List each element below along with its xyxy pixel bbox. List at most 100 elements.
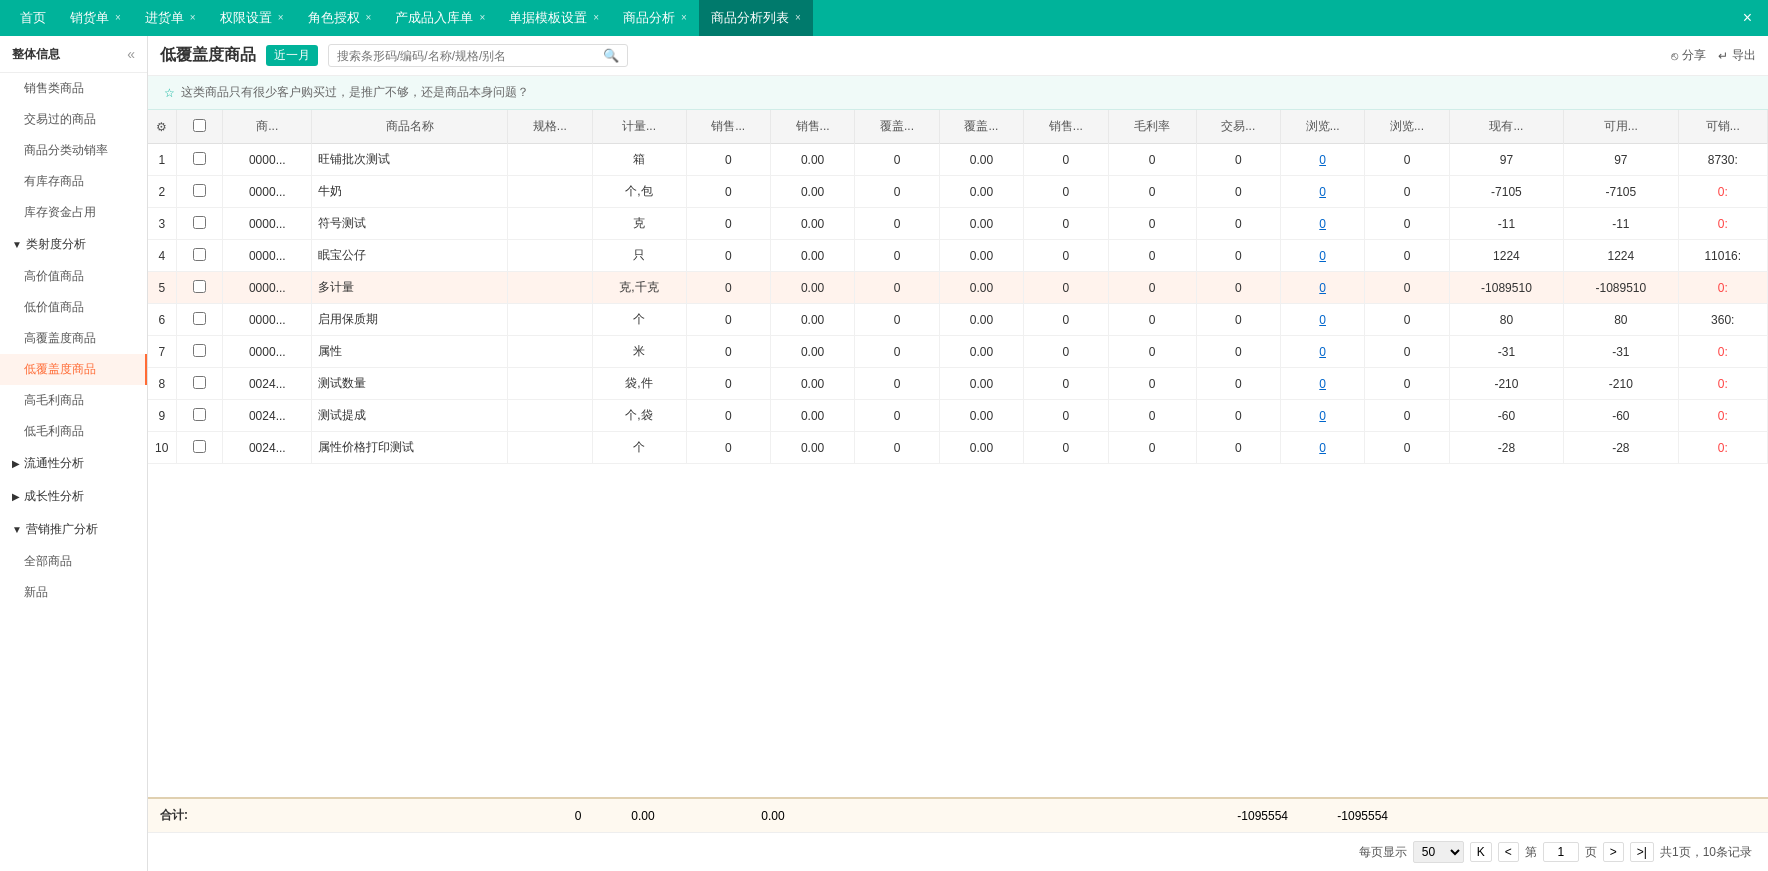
row-cover2-9: 0.00 <box>939 432 1023 464</box>
row-settings-7: 8 <box>148 368 176 400</box>
table-row: 3 0000... 符号测试 克 0 0.00 0 0.00 0 0 0 0 0… <box>148 208 1768 240</box>
row-browse1-5[interactable]: 0 <box>1280 304 1364 336</box>
sidebar-item-high-coverage[interactable]: 高覆盖度商品 <box>0 323 147 354</box>
row-trade-5: 0 <box>1196 304 1280 336</box>
cover1-col-header[interactable]: 覆盖... <box>855 110 939 144</box>
nav-close-inventory[interactable]: × <box>479 0 485 36</box>
first-page-btn[interactable]: K <box>1470 842 1492 862</box>
sidebar-item-low-coverage[interactable]: 低覆盖度商品 <box>0 354 147 385</box>
row-browse1-6[interactable]: 0 <box>1280 336 1364 368</box>
row-select-3[interactable] <box>193 248 206 261</box>
nav-home[interactable]: 首页 <box>8 0 58 36</box>
trade-col-header[interactable]: 交易... <box>1196 110 1280 144</box>
sidebar-section-category-analysis[interactable]: ▼ 类射度分析 <box>0 228 147 261</box>
sales-amount-col-header[interactable]: 销售... <box>770 110 854 144</box>
sidebar-item-sales-products[interactable]: 销售类商品 <box>0 73 147 104</box>
row-gross-rate-7: 0 <box>1108 368 1196 400</box>
row-checkbox-7 <box>176 368 223 400</box>
nav-permissions[interactable]: 权限设置 × <box>208 0 296 36</box>
settings-col-header[interactable]: ⚙ <box>148 110 176 144</box>
nav-product-analysis[interactable]: 商品分析 × <box>611 0 699 36</box>
spec-col-header[interactable]: 规格... <box>508 110 592 144</box>
nav-close-product-analysis-list[interactable]: × <box>795 0 801 36</box>
nav-template[interactable]: 单据模板设置 × <box>497 0 611 36</box>
row-available-3: 1224 <box>1564 240 1678 272</box>
prev-page-btn[interactable]: < <box>1498 842 1519 862</box>
last-page-btn[interactable]: >| <box>1630 842 1654 862</box>
sidebar-item-low-margin[interactable]: 低毛利商品 <box>0 416 147 447</box>
sidebar-item-category-turnover[interactable]: 商品分类动销率 <box>0 135 147 166</box>
sidebar-collapse-btn[interactable]: « <box>123 44 139 64</box>
nav-close-sales[interactable]: × <box>115 0 121 36</box>
sidebar-item-low-value[interactable]: 低价值商品 <box>0 292 147 323</box>
select-all-checkbox[interactable] <box>193 119 206 132</box>
nav-close-product-analysis[interactable]: × <box>681 0 687 36</box>
sidebar-item-new-products[interactable]: 新品 <box>0 577 147 608</box>
period-badge[interactable]: 近一月 <box>266 45 318 66</box>
page-input[interactable] <box>1543 842 1579 862</box>
next-page-btn[interactable]: > <box>1603 842 1624 862</box>
row-select-6[interactable] <box>193 344 206 357</box>
sidebar-section-circulation[interactable]: ▶ 流通性分析 <box>0 447 147 480</box>
row-browse1-9[interactable]: 0 <box>1280 432 1364 464</box>
sidebar-item-high-value[interactable]: 高价值商品 <box>0 261 147 292</box>
row-gross-rate-3: 0 <box>1108 240 1196 272</box>
code-col-header[interactable]: 商... <box>223 110 312 144</box>
available-col-header[interactable]: 可用... <box>1564 110 1678 144</box>
sales-count-col-header[interactable]: 销售... <box>686 110 770 144</box>
row-browse1-7[interactable]: 0 <box>1280 368 1364 400</box>
nav-close-all[interactable]: × <box>1735 9 1760 27</box>
sidebar-item-high-margin[interactable]: 高毛利商品 <box>0 385 147 416</box>
export-button[interactable]: ↵ 导出 <box>1718 47 1756 64</box>
sidebar-item-inventory-capital[interactable]: 库存资金占用 <box>0 197 147 228</box>
browse2-col-header[interactable]: 浏览... <box>1365 110 1449 144</box>
row-browse1-0[interactable]: 0 <box>1280 144 1364 176</box>
search-input[interactable] <box>337 49 599 63</box>
gross-rate-col-header[interactable]: 毛利率 <box>1108 110 1196 144</box>
row-browse1-8[interactable]: 0 <box>1280 400 1364 432</box>
saleable-col-header[interactable]: 可销... <box>1678 110 1767 144</box>
sidebar-item-in-stock[interactable]: 有库存商品 <box>0 166 147 197</box>
sidebar-section-growth[interactable]: ▶ 成长性分析 <box>0 480 147 513</box>
row-select-2[interactable] <box>193 216 206 229</box>
row-gross-rate-9: 0 <box>1108 432 1196 464</box>
nav-close-roles[interactable]: × <box>366 0 372 36</box>
row-gross-rate-4: 0 <box>1108 272 1196 304</box>
row-cover1-9: 0 <box>855 432 939 464</box>
share-button[interactable]: ⎋ 分享 <box>1671 47 1706 64</box>
row-browse1-2[interactable]: 0 <box>1280 208 1364 240</box>
nav-sales-order[interactable]: 销货单 × <box>58 0 133 36</box>
sidebar-section-marketing[interactable]: ▼ 营销推广分析 <box>0 513 147 546</box>
row-select-9[interactable] <box>193 440 206 453</box>
row-checkbox-0 <box>176 144 223 176</box>
row-select-8[interactable] <box>193 408 206 421</box>
sales-extra-col-header[interactable]: 销售... <box>1024 110 1108 144</box>
nav-purchase[interactable]: 进货单 × <box>133 0 208 36</box>
nav-close-permissions[interactable]: × <box>278 0 284 36</box>
header-actions: ⎋ 分享 ↵ 导出 <box>1671 47 1756 64</box>
nav-product-analysis-list[interactable]: 商品分析列表 × <box>699 0 813 36</box>
row-cover1-4: 0 <box>855 272 939 304</box>
row-select-1[interactable] <box>193 184 206 197</box>
nav-inventory[interactable]: 产成品入库单 × <box>383 0 497 36</box>
sidebar-item-all-products[interactable]: 全部商品 <box>0 546 147 577</box>
name-col-header[interactable]: 商品名称 <box>312 110 508 144</box>
row-browse1-3[interactable]: 0 <box>1280 240 1364 272</box>
per-page-select[interactable]: 50 20 100 200 <box>1413 841 1464 863</box>
row-browse1-4[interactable]: 0 <box>1280 272 1364 304</box>
nav-close-template[interactable]: × <box>593 0 599 36</box>
row-select-4[interactable] <box>193 280 206 293</box>
cover2-col-header[interactable]: 覆盖... <box>939 110 1023 144</box>
row-cover2-4: 0.00 <box>939 272 1023 304</box>
nav-close-purchase[interactable]: × <box>190 0 196 36</box>
unit-col-header[interactable]: 计量... <box>592 110 686 144</box>
row-browse1-1[interactable]: 0 <box>1280 176 1364 208</box>
row-select-5[interactable] <box>193 312 206 325</box>
row-select-0[interactable] <box>193 152 206 165</box>
current-col-header[interactable]: 现有... <box>1449 110 1563 144</box>
row-select-7[interactable] <box>193 376 206 389</box>
sidebar-item-traded-products[interactable]: 交易过的商品 <box>0 104 147 135</box>
browse1-col-header[interactable]: 浏览... <box>1280 110 1364 144</box>
checkbox-col-header <box>176 110 223 144</box>
nav-roles[interactable]: 角色授权 × <box>296 0 384 36</box>
